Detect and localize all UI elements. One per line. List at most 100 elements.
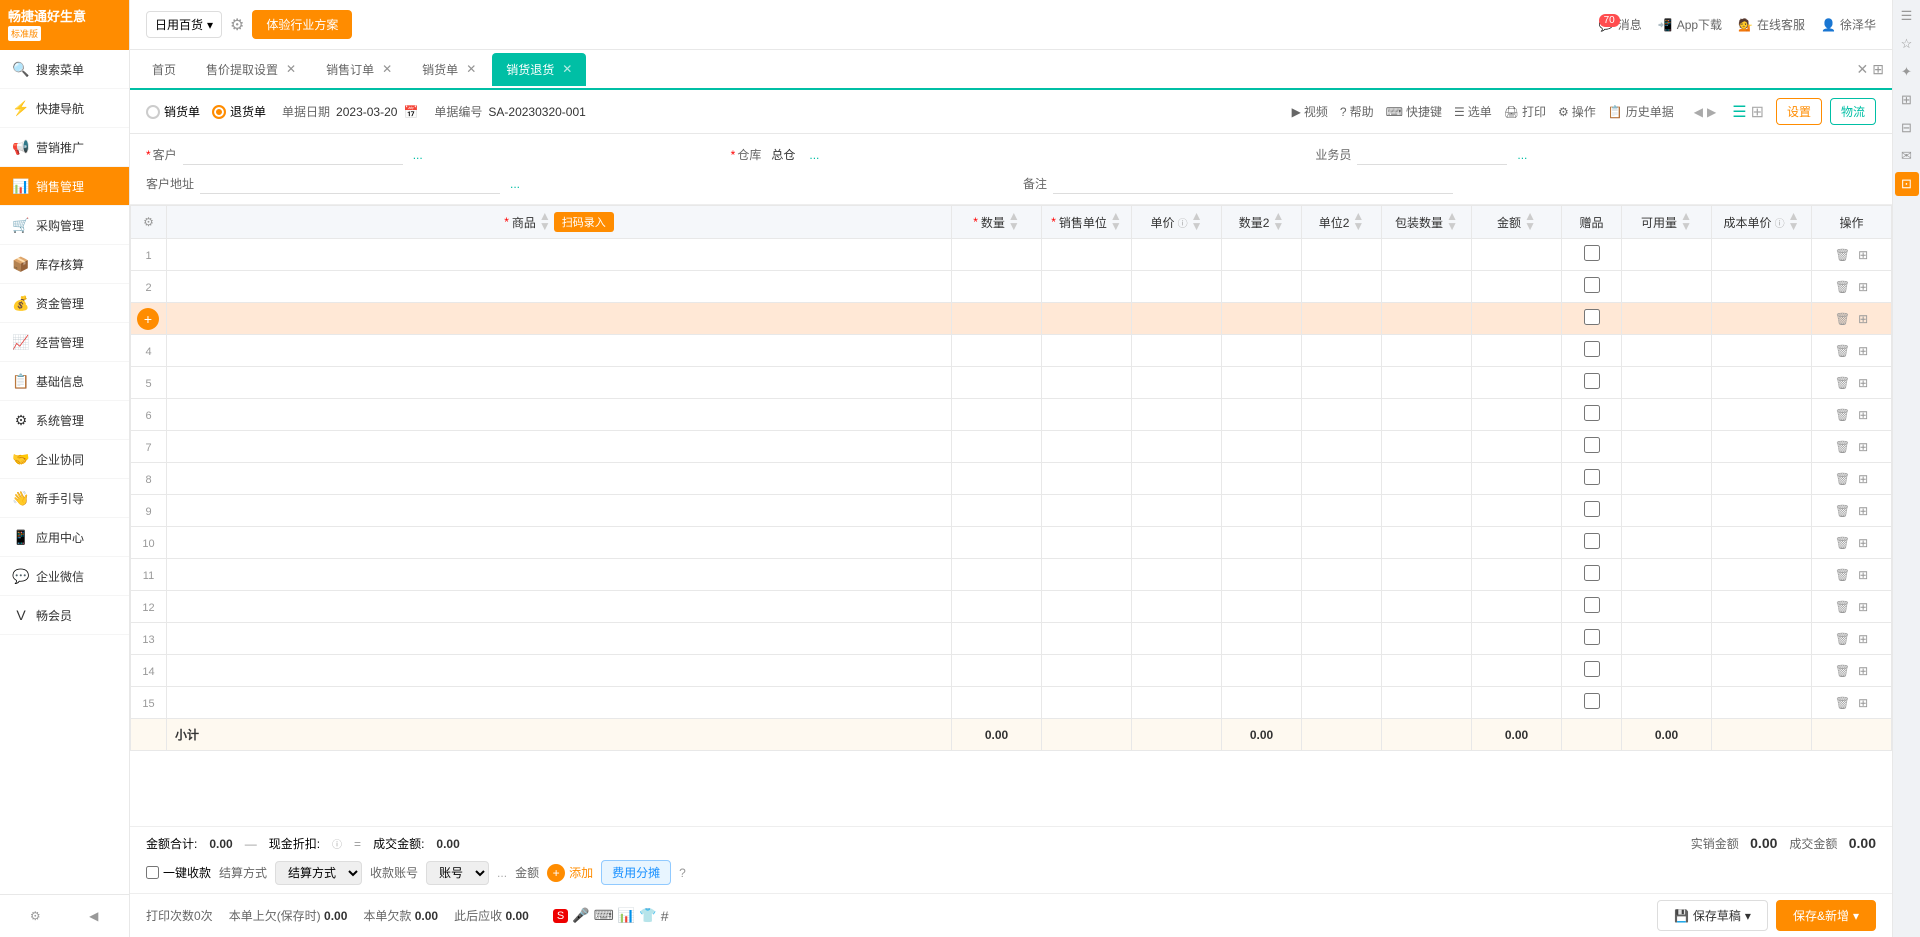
mic-icon[interactable]: 🎤 — [572, 907, 589, 924]
tab-return-close-icon[interactable]: ✕ — [562, 62, 572, 76]
product-cell-5[interactable] — [167, 367, 952, 399]
avail-cell[interactable] — [1622, 239, 1712, 271]
qty2-sort-icon[interactable]: ▲▼ — [1272, 212, 1284, 231]
sidebar-item-appcenter[interactable]: 📱 应用中心 — [0, 518, 129, 557]
qty-cell[interactable] — [952, 239, 1042, 271]
product-cell-6[interactable] — [167, 399, 952, 431]
product-input-3[interactable] — [173, 312, 945, 326]
close-all-tabs-icon[interactable]: ✕ — [1857, 61, 1869, 78]
gift-checkbox-6[interactable] — [1584, 405, 1600, 421]
sidebar-item-basic[interactable]: 📋 基础信息 — [0, 362, 129, 401]
copy-row-btn-15[interactable]: ⊞ — [1856, 694, 1870, 712]
customer-dots[interactable]: ... — [413, 148, 423, 162]
tab-delivery-close-icon[interactable]: ✕ — [466, 62, 476, 76]
user-avatar[interactable]: 👤 徐泽华 — [1821, 16, 1876, 33]
delete-row-btn-11[interactable]: 🗑 — [1833, 566, 1852, 584]
module-selector[interactable]: 日用百货 ▾ — [146, 11, 222, 38]
gift-checkbox-13[interactable] — [1584, 629, 1600, 645]
gift-checkbox-11[interactable] — [1584, 565, 1600, 581]
product-cell-13[interactable] — [167, 623, 952, 655]
delete-row-btn-9[interactable]: 🗑 — [1833, 502, 1852, 520]
product-cell-11[interactable] — [167, 559, 952, 591]
qty-sort-icon[interactable]: ▲▼ — [1008, 212, 1020, 231]
warehouse-dots[interactable]: ... — [809, 148, 819, 162]
radio-delivery[interactable]: 销货单 — [146, 103, 200, 120]
app-download-btn[interactable]: 📲 App下载 — [1658, 16, 1722, 33]
product-cell-3[interactable] — [167, 303, 952, 335]
salesperson-input[interactable] — [1357, 144, 1507, 165]
settings-side-btn[interactable]: 设置 — [1776, 98, 1822, 125]
tab-sales-delivery[interactable]: 销货单 ✕ — [408, 53, 490, 86]
product-sort-icon[interactable]: ▲▼ — [539, 212, 551, 231]
help-btn[interactable]: ? 帮助 — [1340, 103, 1374, 120]
amount-cell[interactable] — [1472, 239, 1562, 271]
delete-row-btn-4[interactable]: 🗑 — [1833, 342, 1852, 360]
delete-row-btn-5[interactable]: 🗑 — [1833, 374, 1852, 392]
sidebar-item-purchase[interactable]: 🛒 采购管理 — [0, 206, 129, 245]
gift-checkbox-2[interactable] — [1584, 277, 1600, 293]
experience-btn[interactable]: 体验行业方案 — [252, 10, 352, 39]
copy-row-btn-2[interactable]: ⊞ — [1856, 278, 1870, 296]
settlement-select[interactable]: 结算方式 — [275, 861, 362, 885]
gift-checkbox-8[interactable] — [1584, 469, 1600, 485]
sidebar-settings-btn[interactable]: ⚙ — [8, 903, 63, 929]
gift-checkbox-9[interactable] — [1584, 501, 1600, 517]
gift-checkbox-4[interactable] — [1584, 341, 1600, 357]
right-icon-4[interactable]: ⊞ — [1895, 88, 1919, 112]
unit-sort-icon[interactable]: ▲▼ — [1110, 212, 1122, 231]
copy-row-btn-5[interactable]: ⊞ — [1856, 374, 1870, 392]
sidebar-item-finance[interactable]: 💰 资金管理 — [0, 284, 129, 323]
online-service-btn[interactable]: 💁 在线客服 — [1738, 16, 1805, 33]
sidebar-item-shortcut[interactable]: ⚡ 快捷导航 — [0, 89, 129, 128]
product-cell-15[interactable] — [167, 687, 952, 719]
sidebar-item-enterprise[interactable]: 🤝 企业协同 — [0, 440, 129, 479]
right-icon-2[interactable]: ☆ — [1895, 32, 1919, 56]
delete-row-btn-14[interactable]: 🗑 — [1833, 662, 1852, 680]
customer-input[interactable] — [183, 144, 403, 165]
grid-view-icon[interactable]: ⊞ — [1751, 102, 1764, 122]
gift-checkbox-10[interactable] — [1584, 533, 1600, 549]
delete-row-btn-6[interactable]: 🗑 — [1833, 406, 1852, 424]
copy-row-btn-1[interactable]: ⊞ — [1856, 246, 1870, 264]
copy-row-btn-6[interactable]: ⊞ — [1856, 406, 1870, 424]
operation-btn[interactable]: ⚙ 操作 — [1558, 103, 1596, 120]
number-icon[interactable]: # — [661, 908, 669, 924]
shirt-icon[interactable]: 👕 — [639, 907, 656, 924]
payment-checkbox-input[interactable] — [146, 866, 159, 879]
gift-checkbox-14[interactable] — [1584, 661, 1600, 677]
sidebar-item-newuser[interactable]: 👋 新手引导 — [0, 479, 129, 518]
right-icon-6[interactable]: ✉ — [1895, 144, 1919, 168]
tab-home[interactable]: 首页 — [138, 53, 190, 86]
prev-record-icon[interactable]: ◀ — [1694, 105, 1703, 119]
product-cell-8[interactable] — [167, 463, 952, 495]
sidebar-collapse-btn[interactable]: ◀ — [67, 903, 122, 929]
copy-row-btn-4[interactable]: ⊞ — [1856, 342, 1870, 360]
list-view-icon[interactable]: ☰ — [1732, 102, 1746, 122]
copy-row-btn-10[interactable]: ⊞ — [1856, 534, 1870, 552]
table-icon[interactable]: 📊 — [618, 907, 635, 924]
gift-checkbox-3[interactable] — [1584, 309, 1600, 325]
save-draft-btn[interactable]: 💾 保存草稿 ▾ — [1657, 900, 1768, 931]
amount-sort-icon[interactable]: ▲▼ — [1524, 212, 1536, 231]
copy-row-btn-12[interactable]: ⊞ — [1856, 598, 1870, 616]
product-cell-14[interactable] — [167, 655, 952, 687]
scan-input-btn[interactable]: 扫码录入 — [554, 212, 614, 232]
fee-help-icon[interactable]: ? — [679, 866, 686, 880]
sidebar-item-search[interactable]: 🔍 搜索菜单 — [0, 50, 129, 89]
copy-row-btn-3[interactable]: ⊞ — [1856, 310, 1870, 328]
product-cell-2[interactable] — [167, 271, 952, 303]
tab-sales-return[interactable]: 销货退货 ✕ — [492, 53, 586, 86]
tab-sales-order[interactable]: 销售订单 ✕ — [312, 53, 406, 86]
fee-split-btn[interactable]: 费用分摊 — [601, 860, 671, 885]
sidebar-item-vip[interactable]: V 畅会员 — [0, 596, 129, 635]
gift-checkbox-7[interactable] — [1584, 437, 1600, 453]
unit-price-info-icon[interactable]: ⓘ — [1178, 215, 1188, 230]
salesperson-dots[interactable]: ... — [1517, 148, 1527, 162]
unit2-sort-icon[interactable]: ▲▼ — [1352, 212, 1364, 231]
delete-row-btn-3[interactable]: 🗑 — [1833, 310, 1852, 328]
unit-cell[interactable] — [1042, 239, 1132, 271]
right-icon-3[interactable]: ✦ — [1895, 60, 1919, 84]
gift-checkbox-1[interactable] — [1584, 245, 1600, 261]
delete-row-btn-7[interactable]: 🗑 — [1833, 438, 1852, 456]
copy-row-btn-7[interactable]: ⊞ — [1856, 438, 1870, 456]
